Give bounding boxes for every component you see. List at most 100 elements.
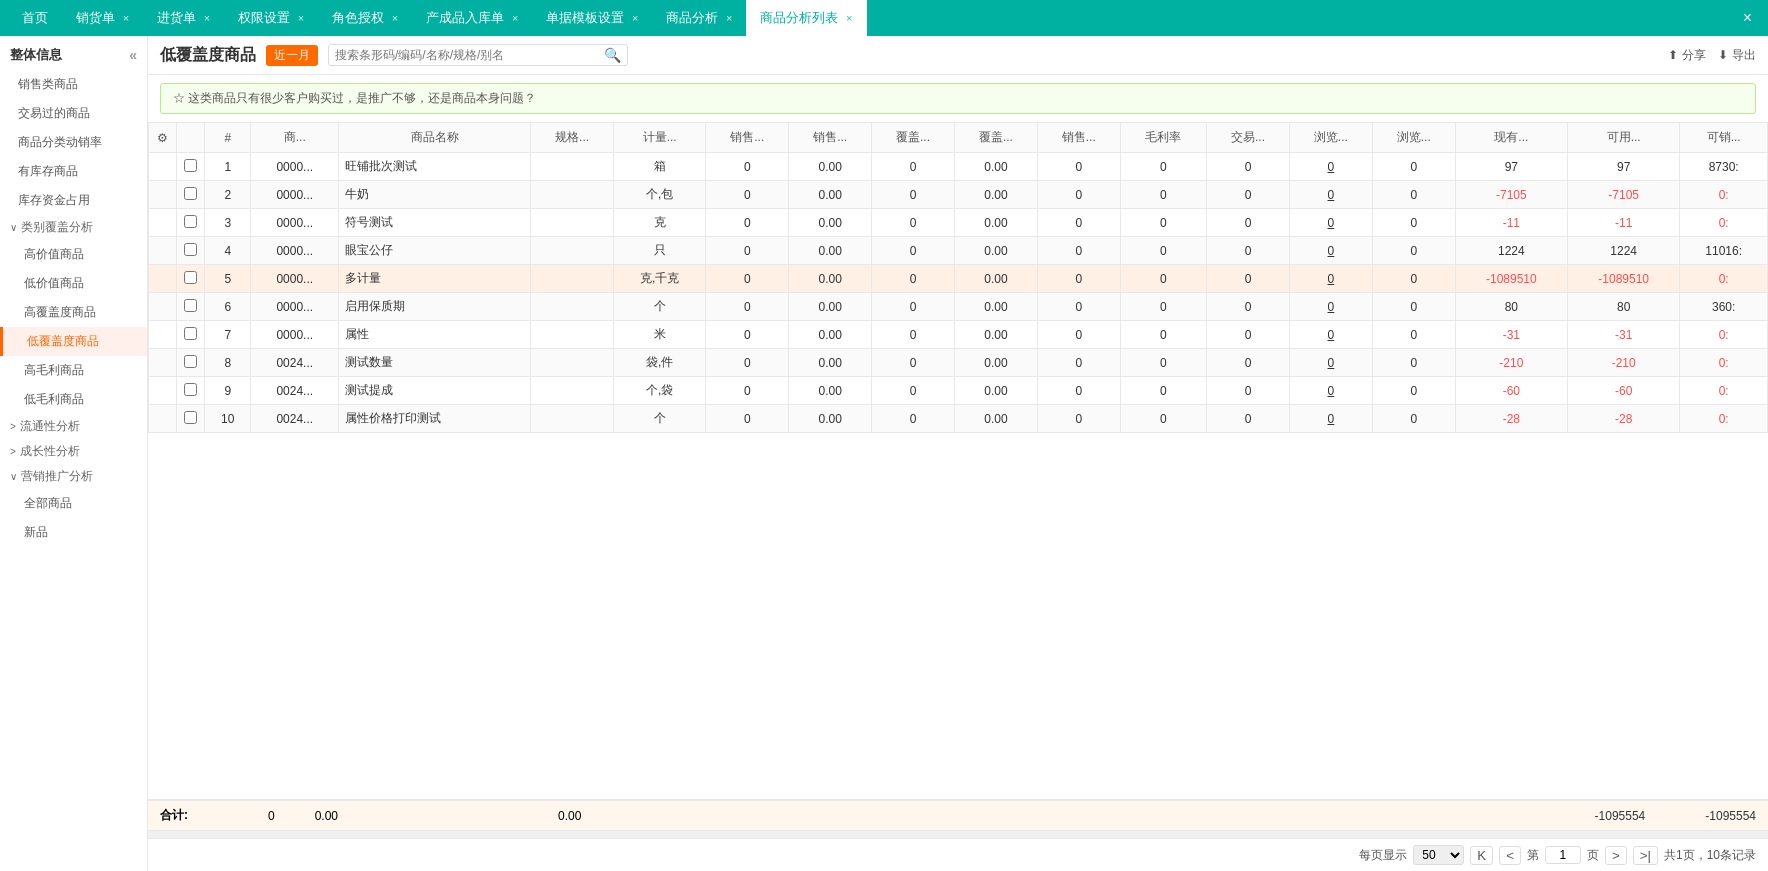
sidebar-item-high-profit[interactable]: 高毛利商品 bbox=[0, 356, 147, 385]
nav-tab-analysis[interactable]: 商品分析 × bbox=[652, 0, 746, 36]
row-browse-a[interactable]: 0 bbox=[1289, 181, 1372, 209]
sidebar-item-in-stock[interactable]: 有库存商品 bbox=[0, 157, 147, 186]
row-browse-a[interactable]: 0 bbox=[1289, 237, 1372, 265]
col-saleable[interactable]: 可销... bbox=[1680, 123, 1768, 153]
sidebar-item-traded[interactable]: 交易过的商品 bbox=[0, 99, 147, 128]
row-browse-a[interactable]: 0 bbox=[1289, 265, 1372, 293]
col-code[interactable]: 商... bbox=[251, 123, 339, 153]
row-browse-a[interactable]: 0 bbox=[1289, 293, 1372, 321]
sidebar-collapse-button[interactable]: « bbox=[129, 47, 137, 63]
col-name[interactable]: 商品名称 bbox=[339, 123, 531, 153]
col-settings[interactable]: ⚙ bbox=[149, 123, 177, 153]
col-current[interactable]: 现有... bbox=[1455, 123, 1567, 153]
sidebar-item-all-products[interactable]: 全部商品 bbox=[0, 489, 147, 518]
export-button[interactable]: ⬇ 导出 bbox=[1718, 47, 1756, 64]
close-icon[interactable]: × bbox=[123, 12, 129, 24]
period-button[interactable]: 近一月 bbox=[266, 45, 318, 66]
close-icon[interactable]: × bbox=[512, 12, 518, 24]
nav-tab-sales[interactable]: 销货单 × bbox=[62, 0, 143, 36]
close-icon[interactable]: × bbox=[632, 12, 638, 24]
close-icon[interactable]: × bbox=[846, 12, 852, 24]
col-coverage-b[interactable]: 覆盖... bbox=[954, 123, 1037, 153]
row-checkbox[interactable] bbox=[177, 349, 205, 377]
horizontal-scrollbar[interactable] bbox=[148, 830, 1768, 838]
col-sales-amt[interactable]: 销售... bbox=[789, 123, 872, 153]
row-checkbox[interactable] bbox=[177, 405, 205, 433]
browse-link[interactable]: 0 bbox=[1328, 272, 1335, 286]
row-checkbox[interactable] bbox=[177, 265, 205, 293]
nav-tab-template[interactable]: 单据模板设置 × bbox=[532, 0, 652, 36]
row-checkbox-input[interactable] bbox=[184, 411, 197, 424]
page-input[interactable] bbox=[1545, 846, 1581, 864]
sidebar-group-category-coverage[interactable]: ∨ 类别覆盖分析 bbox=[0, 215, 147, 240]
sidebar-item-low-coverage[interactable]: 低覆盖度商品 bbox=[0, 327, 147, 356]
browse-link[interactable]: 0 bbox=[1328, 300, 1335, 314]
sidebar-item-category-rate[interactable]: 商品分类动销率 bbox=[0, 128, 147, 157]
sidebar-item-low-profit[interactable]: 低毛利商品 bbox=[0, 385, 147, 414]
first-page-button[interactable]: K bbox=[1470, 846, 1493, 865]
row-checkbox-input[interactable] bbox=[184, 383, 197, 396]
row-checkbox[interactable] bbox=[177, 237, 205, 265]
sidebar-group-marketing[interactable]: ∨ 营销推广分析 bbox=[0, 464, 147, 489]
last-page-button[interactable]: >| bbox=[1633, 846, 1658, 865]
nav-tab-purchase[interactable]: 进货单 × bbox=[143, 0, 224, 36]
browse-link[interactable]: 0 bbox=[1328, 160, 1335, 174]
nav-tab-permission[interactable]: 权限设置 × bbox=[224, 0, 318, 36]
row-browse-a[interactable]: 0 bbox=[1289, 321, 1372, 349]
browse-link[interactable]: 0 bbox=[1328, 244, 1335, 258]
per-page-select[interactable]: 50 20 100 bbox=[1413, 845, 1464, 865]
sidebar-group-growth[interactable]: > 成长性分析 bbox=[0, 439, 147, 464]
row-checkbox-input[interactable] bbox=[184, 271, 197, 284]
row-checkbox[interactable] bbox=[177, 181, 205, 209]
row-checkbox-input[interactable] bbox=[184, 355, 197, 368]
col-unit[interactable]: 计量... bbox=[614, 123, 706, 153]
search-input[interactable] bbox=[335, 48, 604, 62]
close-icon[interactable]: × bbox=[392, 12, 398, 24]
col-spec[interactable]: 规格... bbox=[531, 123, 614, 153]
row-checkbox[interactable] bbox=[177, 377, 205, 405]
col-available[interactable]: 可用... bbox=[1568, 123, 1680, 153]
browse-link[interactable]: 0 bbox=[1328, 188, 1335, 202]
nav-tab-analysis-list[interactable]: 商品分析列表 × bbox=[746, 0, 866, 36]
close-icon[interactable]: × bbox=[298, 12, 304, 24]
row-checkbox-input[interactable] bbox=[184, 243, 197, 256]
row-browse-a[interactable]: 0 bbox=[1289, 153, 1372, 181]
row-browse-a[interactable]: 0 bbox=[1289, 349, 1372, 377]
row-checkbox-input[interactable] bbox=[184, 215, 197, 228]
nav-tab-role[interactable]: 角色授权 × bbox=[318, 0, 412, 36]
sidebar-item-low-value[interactable]: 低价值商品 bbox=[0, 269, 147, 298]
browse-link[interactable]: 0 bbox=[1328, 412, 1335, 426]
col-transaction[interactable]: 交易... bbox=[1207, 123, 1290, 153]
close-icon[interactable]: × bbox=[726, 12, 732, 24]
next-page-button[interactable]: > bbox=[1605, 846, 1627, 865]
row-checkbox[interactable] bbox=[177, 153, 205, 181]
row-browse-a[interactable]: 0 bbox=[1289, 209, 1372, 237]
row-checkbox[interactable] bbox=[177, 293, 205, 321]
col-browse-a[interactable]: 浏览... bbox=[1289, 123, 1372, 153]
col-sales-c[interactable]: 销售... bbox=[1037, 123, 1120, 153]
browse-link[interactable]: 0 bbox=[1328, 356, 1335, 370]
row-checkbox-input[interactable] bbox=[184, 299, 197, 312]
row-checkbox-input[interactable] bbox=[184, 159, 197, 172]
col-browse-b[interactable]: 浏览... bbox=[1372, 123, 1455, 153]
browse-link[interactable]: 0 bbox=[1328, 216, 1335, 230]
sidebar-item-sales-products[interactable]: 销售类商品 bbox=[0, 70, 147, 99]
col-sales-qty[interactable]: 销售... bbox=[706, 123, 789, 153]
sidebar-item-high-value[interactable]: 高价值商品 bbox=[0, 240, 147, 269]
row-checkbox-input[interactable] bbox=[184, 187, 197, 200]
nav-tab-home[interactable]: 首页 bbox=[8, 0, 62, 36]
col-coverage-a[interactable]: 覆盖... bbox=[872, 123, 955, 153]
row-checkbox-input[interactable] bbox=[184, 327, 197, 340]
row-browse-a[interactable]: 0 bbox=[1289, 405, 1372, 433]
row-browse-a[interactable]: 0 bbox=[1289, 377, 1372, 405]
sidebar-item-high-coverage[interactable]: 高覆盖度商品 bbox=[0, 298, 147, 327]
browse-link[interactable]: 0 bbox=[1328, 384, 1335, 398]
row-checkbox[interactable] bbox=[177, 209, 205, 237]
prev-page-button[interactable]: < bbox=[1499, 846, 1521, 865]
nav-tab-production[interactable]: 产成品入库单 × bbox=[412, 0, 532, 36]
close-icon[interactable]: × bbox=[204, 12, 210, 24]
sidebar-group-liquidity[interactable]: > 流通性分析 bbox=[0, 414, 147, 439]
sidebar-item-capital[interactable]: 库存资金占用 bbox=[0, 186, 147, 215]
share-button[interactable]: ⬆ 分享 bbox=[1668, 47, 1706, 64]
window-close-button[interactable]: × bbox=[1735, 9, 1760, 27]
